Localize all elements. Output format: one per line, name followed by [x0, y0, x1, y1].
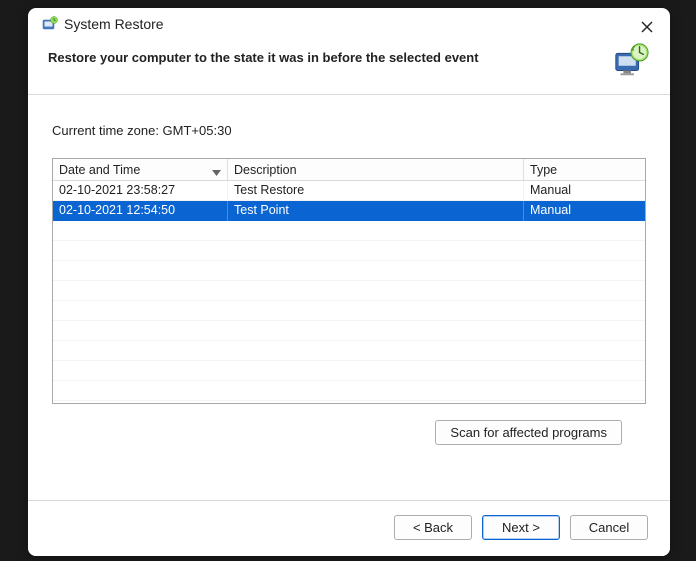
table-row-empty — [53, 381, 645, 401]
table-row[interactable]: 02-10-2021 12:54:50 Test Point Manual — [53, 201, 645, 221]
title-bar: System Restore — [28, 8, 670, 38]
column-header-datetime[interactable]: Date and Time — [53, 159, 228, 180]
column-header-description[interactable]: Description — [228, 159, 524, 180]
table-row-empty — [53, 261, 645, 281]
restore-hero-icon — [612, 42, 650, 80]
content-area: Current time zone: GMT+05:30 Date and Ti… — [28, 95, 670, 500]
next-button[interactable]: Next > — [482, 515, 560, 540]
table-row-empty — [53, 221, 645, 241]
close-icon — [640, 20, 654, 34]
timezone-label: Current time zone: GMT+05:30 — [52, 123, 646, 138]
header-heading: Restore your computer to the state it wa… — [48, 42, 479, 65]
back-button[interactable]: < Back — [394, 515, 472, 540]
column-header-description-label: Description — [234, 163, 297, 177]
cell-description: Test Point — [228, 201, 524, 221]
table-row-empty — [53, 361, 645, 381]
cell-description: Test Restore — [228, 181, 524, 200]
table-row-empty — [53, 301, 645, 321]
window-title: System Restore — [64, 16, 164, 32]
table-row-empty — [53, 321, 645, 341]
sort-descending-icon — [212, 165, 221, 179]
grid-header: Date and Time Description Type — [53, 159, 645, 181]
table-row-empty — [53, 241, 645, 261]
grid-body: 02-10-2021 23:58:27 Test Restore Manual … — [53, 181, 645, 401]
scan-button-row: Scan for affected programs — [52, 404, 646, 451]
footer-buttons: < Back Next > Cancel — [28, 500, 670, 556]
cell-type: Manual — [524, 181, 645, 200]
system-restore-icon — [42, 16, 58, 32]
system-restore-dialog: System Restore Restore your computer to … — [28, 8, 670, 556]
column-header-datetime-label: Date and Time — [59, 163, 140, 177]
cell-datetime: 02-10-2021 12:54:50 — [53, 201, 228, 221]
cell-datetime: 02-10-2021 23:58:27 — [53, 181, 228, 200]
column-header-type[interactable]: Type — [524, 159, 645, 180]
scan-affected-programs-button[interactable]: Scan for affected programs — [435, 420, 622, 445]
cell-type: Manual — [524, 201, 645, 221]
restore-points-grid: Date and Time Description Type 02-10-202… — [52, 158, 646, 404]
close-button[interactable] — [638, 18, 656, 36]
table-row-empty — [53, 281, 645, 301]
table-row-empty — [53, 341, 645, 361]
table-row[interactable]: 02-10-2021 23:58:27 Test Restore Manual — [53, 181, 645, 201]
column-header-type-label: Type — [530, 163, 557, 177]
cancel-button[interactable]: Cancel — [570, 515, 648, 540]
header-section: Restore your computer to the state it wa… — [28, 38, 670, 95]
